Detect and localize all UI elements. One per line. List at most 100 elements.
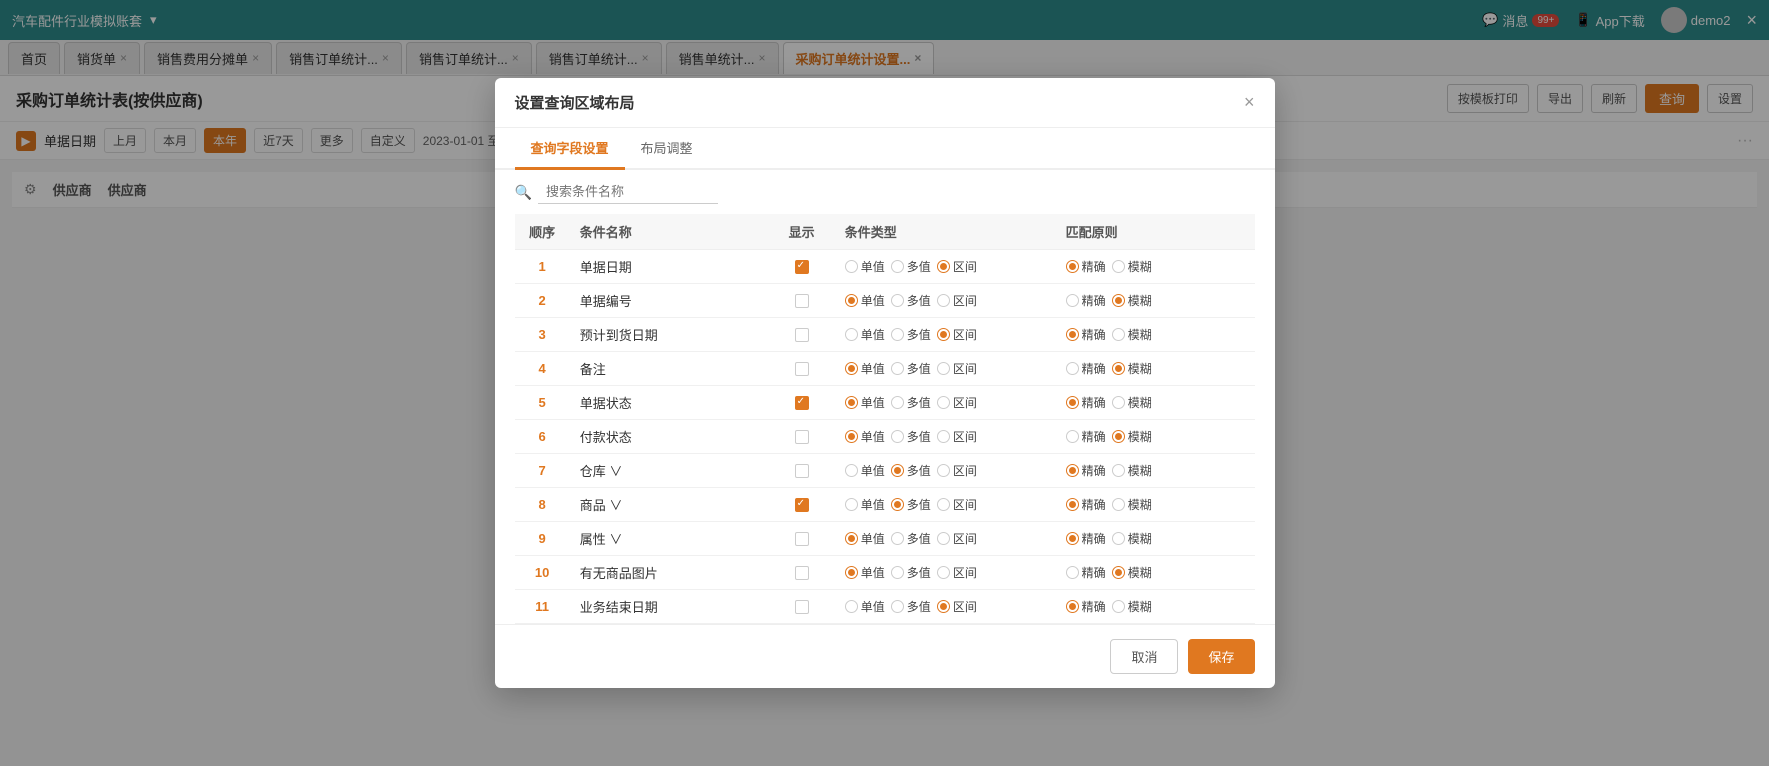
match-radio-circle-2-1[interactable]	[1112, 328, 1125, 341]
type-radio-circle-6-1[interactable]	[891, 464, 904, 477]
type-radio-1-0[interactable]: 单值	[845, 292, 885, 309]
type-radio-circle-5-2[interactable]	[937, 430, 950, 443]
match-radio-2-0[interactable]: 精确	[1066, 326, 1106, 343]
checkbox-8[interactable]	[795, 532, 809, 546]
type-radio-circle-9-0[interactable]	[845, 566, 858, 579]
match-radio-circle-6-1[interactable]	[1112, 464, 1125, 477]
type-radio-2-1[interactable]: 多值	[891, 326, 931, 343]
checkbox-6[interactable]	[795, 464, 809, 478]
match-radio-0-0[interactable]: 精确	[1066, 258, 1106, 275]
type-radio-9-0[interactable]: 单值	[845, 564, 885, 581]
type-radio-circle-0-0[interactable]	[845, 260, 858, 273]
type-radio-circle-8-2[interactable]	[937, 532, 950, 545]
type-radio-3-0[interactable]: 单值	[845, 360, 885, 377]
type-radio-0-0[interactable]: 单值	[845, 258, 885, 275]
row-checkbox-7[interactable]	[769, 488, 835, 522]
type-radio-circle-2-2[interactable]	[937, 328, 950, 341]
match-radio-circle-7-0[interactable]	[1066, 498, 1079, 511]
type-radio-circle-3-2[interactable]	[937, 362, 950, 375]
row-checkbox-1[interactable]	[769, 284, 835, 318]
type-radio-circle-2-0[interactable]	[845, 328, 858, 341]
match-radio-circle-5-0[interactable]	[1066, 430, 1079, 443]
type-radio-circle-7-0[interactable]	[845, 498, 858, 511]
type-radio-circle-5-1[interactable]	[891, 430, 904, 443]
type-radio-circle-2-1[interactable]	[891, 328, 904, 341]
row-checkbox-0[interactable]	[769, 250, 835, 284]
match-radio-circle-0-1[interactable]	[1112, 260, 1125, 273]
match-radio-0-1[interactable]: 模糊	[1112, 258, 1152, 275]
type-radio-6-0[interactable]: 单值	[845, 462, 885, 479]
type-radio-8-2[interactable]: 区间	[937, 530, 977, 547]
match-radio-9-0[interactable]: 精确	[1066, 564, 1106, 581]
type-radio-circle-10-2[interactable]	[937, 600, 950, 613]
type-radio-7-2[interactable]: 区间	[937, 496, 977, 513]
type-radio-6-1[interactable]: 多值	[891, 462, 931, 479]
match-radio-10-0[interactable]: 精确	[1066, 598, 1106, 615]
type-radio-10-1[interactable]: 多值	[891, 598, 931, 615]
row-checkbox-3[interactable]	[769, 352, 835, 386]
match-radio-circle-8-0[interactable]	[1066, 532, 1079, 545]
type-radio-circle-1-0[interactable]	[845, 294, 858, 307]
type-radio-circle-8-0[interactable]	[845, 532, 858, 545]
match-radio-7-1[interactable]: 模糊	[1112, 496, 1152, 513]
type-radio-circle-1-1[interactable]	[891, 294, 904, 307]
row-checkbox-10[interactable]	[769, 590, 835, 624]
checkbox-10[interactable]	[795, 600, 809, 614]
type-radio-circle-7-2[interactable]	[937, 498, 950, 511]
type-radio-circle-10-1[interactable]	[891, 600, 904, 613]
type-radio-circle-7-1[interactable]	[891, 498, 904, 511]
checkbox-5[interactable]	[795, 430, 809, 444]
checkbox-3[interactable]	[795, 362, 809, 376]
match-radio-circle-1-0[interactable]	[1066, 294, 1079, 307]
checkbox-2[interactable]	[795, 328, 809, 342]
type-radio-3-2[interactable]: 区间	[937, 360, 977, 377]
match-radio-circle-1-1[interactable]	[1112, 294, 1125, 307]
match-radio-4-1[interactable]: 模糊	[1112, 394, 1152, 411]
match-radio-1-0[interactable]: 精确	[1066, 292, 1106, 309]
type-radio-10-2[interactable]: 区间	[937, 598, 977, 615]
type-radio-circle-0-1[interactable]	[891, 260, 904, 273]
match-radio-circle-5-1[interactable]	[1112, 430, 1125, 443]
type-radio-7-0[interactable]: 单值	[845, 496, 885, 513]
type-radio-circle-1-2[interactable]	[937, 294, 950, 307]
type-radio-4-0[interactable]: 单值	[845, 394, 885, 411]
type-radio-2-2[interactable]: 区间	[937, 326, 977, 343]
type-radio-4-1[interactable]: 多值	[891, 394, 931, 411]
checkbox-4[interactable]	[795, 396, 809, 410]
match-radio-circle-3-1[interactable]	[1112, 362, 1125, 375]
type-radio-circle-10-0[interactable]	[845, 600, 858, 613]
match-radio-1-1[interactable]: 模糊	[1112, 292, 1152, 309]
match-radio-circle-4-1[interactable]	[1112, 396, 1125, 409]
type-radio-10-0[interactable]: 单值	[845, 598, 885, 615]
type-radio-5-2[interactable]: 区间	[937, 428, 977, 445]
type-radio-5-0[interactable]: 单值	[845, 428, 885, 445]
type-radio-6-2[interactable]: 区间	[937, 462, 977, 479]
modal-close-button[interactable]: ×	[1244, 92, 1255, 113]
type-radio-4-2[interactable]: 区间	[937, 394, 977, 411]
type-radio-9-2[interactable]: 区间	[937, 564, 977, 581]
type-radio-circle-8-1[interactable]	[891, 532, 904, 545]
match-radio-circle-9-0[interactable]	[1066, 566, 1079, 579]
type-radio-circle-5-0[interactable]	[845, 430, 858, 443]
type-radio-circle-9-1[interactable]	[891, 566, 904, 579]
type-radio-2-0[interactable]: 单值	[845, 326, 885, 343]
save-button[interactable]: 保存	[1188, 639, 1254, 674]
match-radio-3-1[interactable]: 模糊	[1112, 360, 1152, 377]
checkbox-0[interactable]	[795, 260, 809, 274]
modal-tab-layout[interactable]: 布局调整	[625, 128, 709, 170]
row-checkbox-4[interactable]	[769, 386, 835, 420]
checkbox-1[interactable]	[795, 294, 809, 308]
type-radio-circle-3-0[interactable]	[845, 362, 858, 375]
checkbox-7[interactable]	[795, 498, 809, 512]
match-radio-10-1[interactable]: 模糊	[1112, 598, 1152, 615]
row-checkbox-6[interactable]	[769, 454, 835, 488]
type-radio-circle-4-1[interactable]	[891, 396, 904, 409]
type-radio-8-0[interactable]: 单值	[845, 530, 885, 547]
type-radio-circle-6-0[interactable]	[845, 464, 858, 477]
match-radio-5-1[interactable]: 模糊	[1112, 428, 1152, 445]
type-radio-circle-9-2[interactable]	[937, 566, 950, 579]
match-radio-circle-3-0[interactable]	[1066, 362, 1079, 375]
type-radio-7-1[interactable]: 多值	[891, 496, 931, 513]
match-radio-circle-4-0[interactable]	[1066, 396, 1079, 409]
match-radio-6-1[interactable]: 模糊	[1112, 462, 1152, 479]
